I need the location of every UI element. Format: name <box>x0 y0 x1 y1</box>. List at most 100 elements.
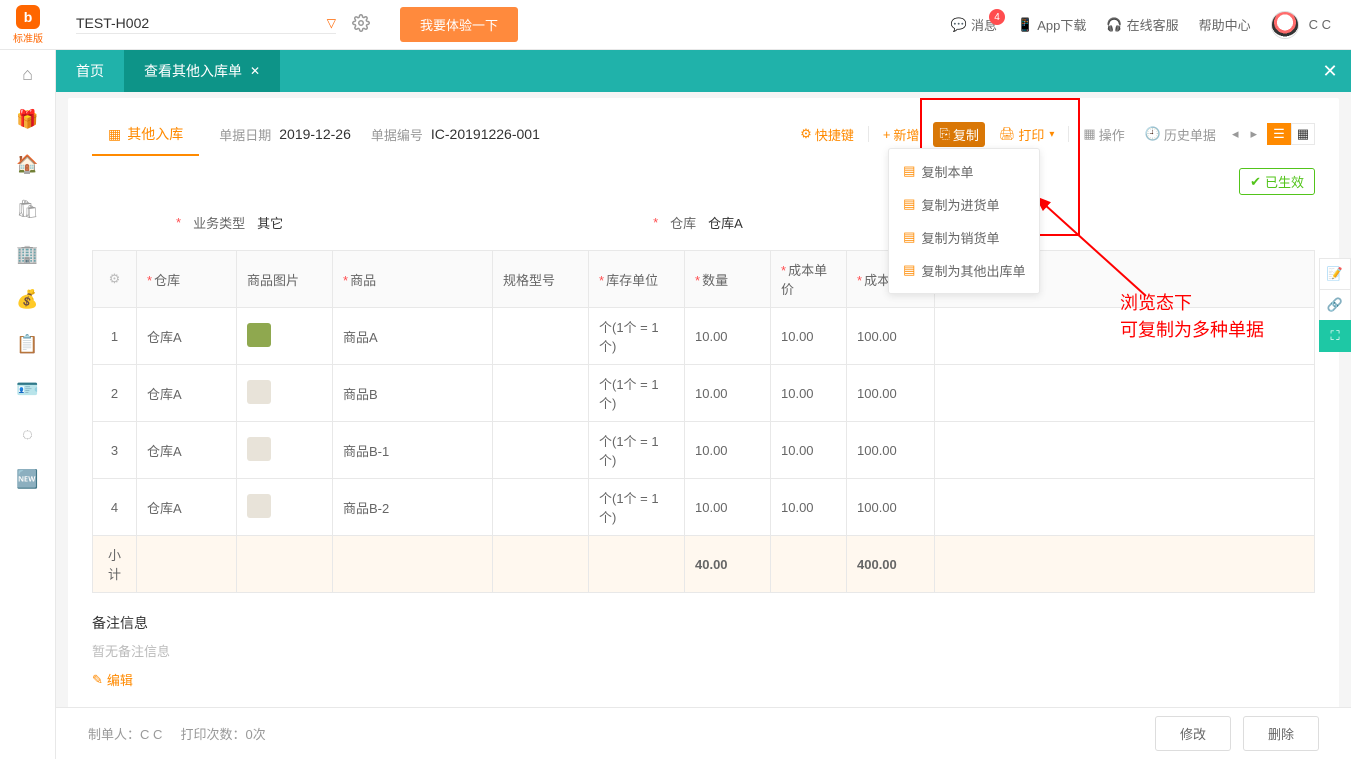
print-button[interactable]: 🖨打印▾ <box>993 122 1061 147</box>
table-row[interactable]: 2仓库A商品B个(1个 = 1个)10.0010.00100.00 <box>93 365 1315 422</box>
date-value: 2019-12-26 <box>279 126 351 142</box>
business-type-field: * 业务类型 其它 <box>176 213 283 232</box>
cell-price: 10.00 <box>771 479 847 536</box>
copy-as-sales[interactable]: ▤复制为销货单 <box>889 221 1039 254</box>
history-button[interactable]: 🕘历史单据 <box>1139 122 1222 147</box>
col-settings[interactable]: ⚙ <box>93 251 137 308</box>
edit-remarks-button[interactable]: ✎编辑 <box>92 670 133 689</box>
product-image <box>247 494 271 518</box>
user-menu[interactable]: C C <box>1271 11 1331 39</box>
copy-dropdown: ▤复制本单 ▤复制为进货单 ▤复制为销货单 ▤复制为其他出库单 <box>888 148 1040 294</box>
history-icon: 🕘 <box>1145 126 1161 142</box>
float-link-icon[interactable]: 🔗 <box>1319 289 1351 321</box>
table-row[interactable]: 4仓库A商品B-2个(1个 = 1个)10.0010.00100.00 <box>93 479 1315 536</box>
cell-available <box>935 365 1315 422</box>
logo-edition: 标准版 <box>13 30 43 45</box>
view-list-button[interactable]: ☰ <box>1267 123 1291 145</box>
float-note-icon[interactable]: 📝 <box>1319 258 1351 290</box>
copy-button[interactable]: ⎘复制 <box>933 122 984 147</box>
cell-unit: 个(1个 = 1个) <box>589 479 685 536</box>
table-row[interactable]: 3仓库A商品B-1个(1个 = 1个)10.0010.00100.00 <box>93 422 1315 479</box>
cell-amount: 100.00 <box>847 365 935 422</box>
cell-amount: 100.00 <box>847 479 935 536</box>
col-image: 商品图片 <box>237 251 333 308</box>
shortcut-button[interactable]: ⚙快捷键 <box>794 122 860 147</box>
cell-price: 10.00 <box>771 308 847 365</box>
footer: 制单人：C C 打印次数：0次 修改 删除 <box>56 707 1351 759</box>
sidebar-gift-icon[interactable]: 🎁 <box>16 109 38 130</box>
copy-this-doc[interactable]: ▤复制本单 <box>889 155 1039 188</box>
delete-button[interactable]: 删除 <box>1243 716 1319 751</box>
company-selector[interactable]: TEST-H002 ▽ <box>76 15 336 34</box>
sidebar-bag-icon[interactable]: 🛍 <box>16 199 39 220</box>
doc-icon: ▤ <box>903 262 915 278</box>
cell-image <box>237 308 333 365</box>
sidebar-house-icon[interactable]: 🏠 <box>16 154 38 175</box>
plus-icon: + <box>883 127 891 142</box>
sidebar-money-icon[interactable]: 💰 <box>16 289 38 310</box>
tabs-bar: 首页 查看其他入库单 ✕ ✕ <box>56 50 1351 92</box>
row-index: 3 <box>93 422 137 479</box>
add-button[interactable]: +新增 <box>877 122 926 147</box>
subtotal-qty: 40.00 <box>685 536 771 593</box>
col-product: 商品 <box>333 251 493 308</box>
next-button[interactable]: ▸ <box>1248 123 1259 145</box>
chevron-down-icon: ▽ <box>327 16 336 30</box>
sidebar-clipboard-icon[interactable]: 📋 <box>16 334 38 355</box>
cell-spec <box>493 365 589 422</box>
messages-link[interactable]: 💬 消息 4 <box>951 15 997 34</box>
settings-icon[interactable] <box>352 14 370 35</box>
annotation-text: 浏览态下 可复制为多种单据 <box>1120 290 1264 344</box>
cell-available <box>935 422 1315 479</box>
document-type-tab[interactable]: ▦ 其他入库 <box>92 112 199 156</box>
cell-qty: 10.00 <box>685 365 771 422</box>
close-all-tabs[interactable]: ✕ <box>1309 50 1351 92</box>
top-header: b 标准版 TEST-H002 ▽ 我要体验一下 💬 消息 4 📱 App下载 … <box>0 0 1351 50</box>
copy-as-purchase[interactable]: ▤复制为进货单 <box>889 188 1039 221</box>
cell-amount: 100.00 <box>847 422 935 479</box>
logo[interactable]: b 标准版 <box>0 5 56 45</box>
prev-button[interactable]: ◂ <box>1230 123 1241 145</box>
sidebar: ⌂ 🎁 🏠 🛍 🏢 💰 📋 🪪 ◌ 🆕 <box>0 50 56 759</box>
phone-icon: 📱 <box>1017 17 1033 33</box>
operate-button[interactable]: ▦操作 <box>1077 122 1130 147</box>
col-warehouse: 仓库 <box>137 251 237 308</box>
message-badge: 4 <box>989 9 1005 25</box>
app-download-link[interactable]: 📱 App下载 <box>1017 15 1086 34</box>
modify-button[interactable]: 修改 <box>1155 716 1231 751</box>
row-index: 4 <box>93 479 137 536</box>
sidebar-building-icon[interactable]: 🏢 <box>16 244 38 265</box>
sidebar-home-icon[interactable]: ⌂ <box>22 64 33 85</box>
document-icon: ▦ <box>108 126 121 143</box>
remarks-title: 备注信息 <box>92 613 1315 633</box>
avatar <box>1271 11 1299 39</box>
tab-home[interactable]: 首页 <box>56 50 124 92</box>
sidebar-new-icon[interactable]: 🆕 <box>16 469 38 490</box>
document-header: ▦ 其他入库 单据日期 2019-12-26 单据编号 IC-20191226-… <box>68 98 1339 156</box>
message-icon: 💬 <box>951 17 967 33</box>
doc-no-value: IC-20191226-001 <box>431 126 540 142</box>
cell-qty: 10.00 <box>685 308 771 365</box>
cell-image <box>237 422 333 479</box>
col-price: 成本单价 <box>771 251 847 308</box>
doc-icon: ▤ <box>903 163 915 179</box>
cell-product: 商品B-1 <box>333 422 493 479</box>
online-service-link[interactable]: 🎧 在线客服 <box>1106 15 1178 34</box>
float-expand-icon[interactable]: ⛶ <box>1319 320 1351 352</box>
tab-view-document[interactable]: 查看其他入库单 ✕ <box>124 50 280 92</box>
sidebar-refresh-icon[interactable]: ◌ <box>22 424 33 445</box>
cell-qty: 10.00 <box>685 422 771 479</box>
sidebar-card-icon[interactable]: 🪪 <box>16 379 38 400</box>
form-row: * 业务类型 其它 * 仓库 仓库A <box>68 207 1339 250</box>
tab-close-icon[interactable]: ✕ <box>250 64 260 78</box>
cell-warehouse: 仓库A <box>137 308 237 365</box>
copy-as-other-out[interactable]: ▤复制为其他出库单 <box>889 254 1039 287</box>
help-center-link[interactable]: 帮助中心 <box>1199 15 1251 34</box>
try-button[interactable]: 我要体验一下 <box>400 7 518 42</box>
cell-image <box>237 365 333 422</box>
company-name: TEST-H002 <box>76 15 149 31</box>
warehouse-field: * 仓库 仓库A <box>653 213 743 232</box>
row-index: 2 <box>93 365 137 422</box>
view-grid-button[interactable]: ▦ <box>1291 123 1315 145</box>
edit-icon: ✎ <box>92 672 103 688</box>
